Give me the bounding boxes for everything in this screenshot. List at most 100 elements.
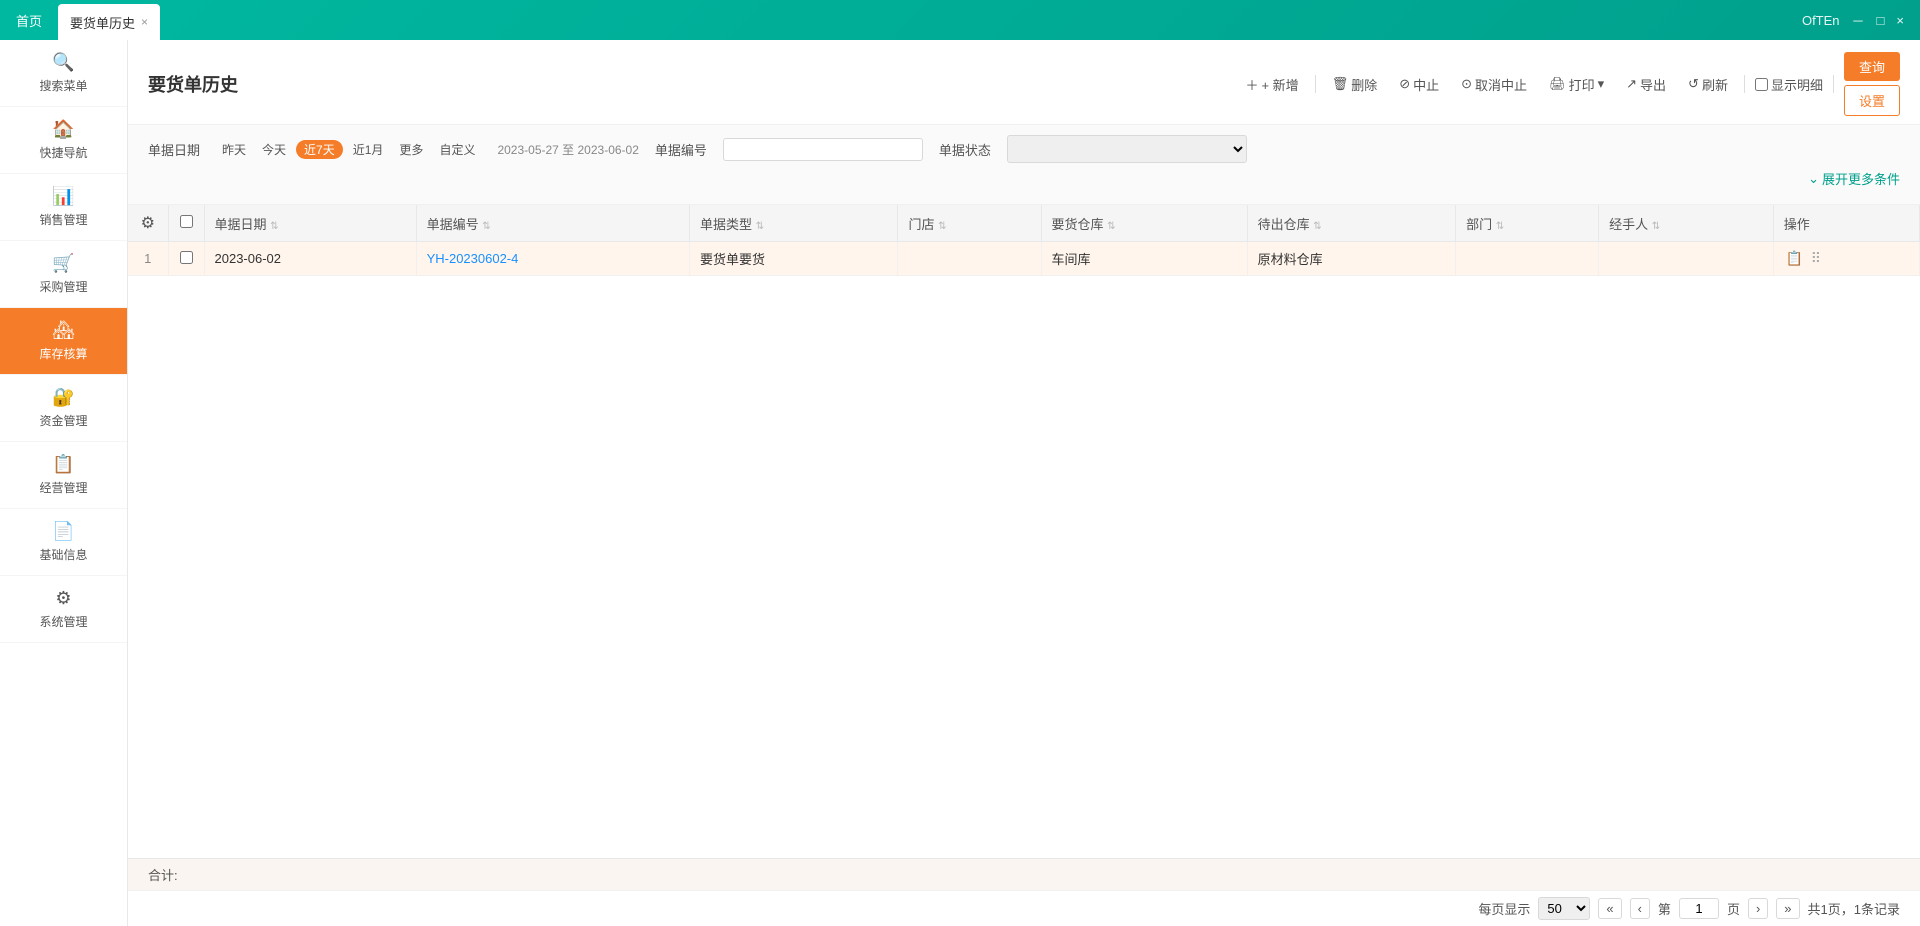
page-first-btn[interactable]: « bbox=[1598, 898, 1621, 919]
page-size-label: 每页显示 bbox=[1478, 899, 1530, 918]
cancel-stop-button[interactable]: ⊙ 取消中止 bbox=[1455, 72, 1533, 97]
row-checkbox[interactable] bbox=[180, 251, 193, 264]
row-pending-warehouse: 原材料仓库 bbox=[1247, 242, 1455, 276]
page-header: 要货单历史 ＋ + 新增 🗑 删除 ⊘ 中止 ⊙ 取消中止 bbox=[128, 40, 1920, 125]
col-store-sort-icon: ⇅ bbox=[938, 221, 946, 232]
page-next-btn[interactable]: › bbox=[1748, 898, 1768, 919]
select-all-checkbox[interactable] bbox=[180, 215, 193, 228]
divider-1 bbox=[1315, 75, 1316, 93]
display-cell-container: 显示明细 bbox=[1755, 75, 1823, 94]
row-req-warehouse: 车间库 bbox=[1041, 242, 1247, 276]
col-dept[interactable]: 部门 ⇅ bbox=[1456, 205, 1599, 242]
new-button[interactable]: ＋ + 新增 bbox=[1239, 72, 1304, 97]
sidebar-item-sales-mgmt[interactable]: 📊 销售管理 bbox=[0, 174, 127, 241]
row-number[interactable]: YH-20230602-4 bbox=[416, 242, 689, 276]
col-dept-sort-icon: ⇅ bbox=[1496, 221, 1504, 232]
col-date-sort-icon: ⇅ bbox=[270, 221, 278, 232]
new-icon: ＋ bbox=[1245, 75, 1258, 94]
refresh-button[interactable]: ↺ 刷新 bbox=[1682, 72, 1734, 97]
sidebar-item-basic-info-label: 基础信息 bbox=[39, 546, 87, 563]
page-prev-btn[interactable]: ‹ bbox=[1630, 898, 1650, 919]
date-btn-more[interactable]: 更多 bbox=[393, 140, 429, 159]
delete-button[interactable]: 🗑 删除 bbox=[1326, 72, 1384, 97]
col-settings[interactable]: ⚙ bbox=[128, 205, 168, 242]
sidebar-item-purchase-mgmt[interactable]: 🛒 采购管理 bbox=[0, 241, 127, 308]
date-filter-buttons: 昨天 今天 近7天 近1月 更多 自定义 bbox=[216, 140, 481, 159]
setting-button[interactable]: 设置 bbox=[1844, 85, 1900, 116]
row-handler bbox=[1599, 242, 1774, 276]
refresh-label: 刷新 bbox=[1702, 75, 1728, 94]
date-btn-today[interactable]: 今天 bbox=[256, 140, 292, 159]
sidebar-item-ops-mgmt[interactable]: 📋 经营管理 bbox=[0, 442, 127, 509]
quick-nav-icon: 🏠 bbox=[52, 119, 74, 140]
inventory-calc-icon: 🏘 bbox=[52, 320, 75, 341]
col-req-warehouse[interactable]: 要货仓库 ⇅ bbox=[1041, 205, 1247, 242]
sidebar-item-basic-info[interactable]: 📄 基础信息 bbox=[0, 509, 127, 576]
sys-mgmt-icon: ⚙ bbox=[55, 588, 71, 609]
row-checkbox-cell bbox=[168, 242, 204, 276]
delete-label: 删除 bbox=[1351, 75, 1377, 94]
col-handler[interactable]: 经手人 ⇅ bbox=[1599, 205, 1774, 242]
order-no-input[interactable] bbox=[723, 138, 923, 161]
col-date[interactable]: 单据日期 ⇅ bbox=[204, 205, 416, 242]
sidebar-item-search-menu-label: 搜索菜单 bbox=[39, 77, 87, 94]
delete-icon: 🗑 bbox=[1332, 76, 1349, 92]
sidebar-item-search-menu[interactable]: 🔍 搜索菜单 bbox=[0, 40, 127, 107]
sidebar-item-purchase-mgmt-label: 采购管理 bbox=[39, 278, 87, 295]
col-number[interactable]: 单据编号 ⇅ bbox=[416, 205, 689, 242]
page-suffix: 页 bbox=[1727, 899, 1740, 918]
tab-home[interactable]: 首页 bbox=[0, 0, 58, 40]
window-close[interactable]: × bbox=[1896, 13, 1904, 28]
col-operations-label: 操作 bbox=[1784, 217, 1810, 232]
finance-mgmt-icon: 🔐 bbox=[52, 387, 74, 408]
tab-close-icon[interactable]: × bbox=[141, 15, 148, 29]
table-header: ⚙ 单据日期 ⇅ 单据编号 ⇅ bbox=[128, 205, 1920, 242]
filter-bar: 单据日期 昨天 今天 近7天 近1月 更多 自定义 2023-05-27 至 2… bbox=[128, 125, 1920, 205]
tab-active-label: 要货单历史 bbox=[70, 13, 135, 32]
status-select[interactable] bbox=[1007, 135, 1247, 163]
sidebar-item-quick-nav[interactable]: 🏠 快捷导航 bbox=[0, 107, 127, 174]
sidebar-item-quick-nav-label: 快捷导航 bbox=[39, 144, 87, 161]
row-date: 2023-06-02 bbox=[204, 242, 416, 276]
date-btn-custom[interactable]: 自定义 bbox=[433, 140, 481, 159]
query-button[interactable]: 查询 bbox=[1844, 52, 1900, 81]
col-number-label: 单据编号 bbox=[427, 217, 479, 232]
expand-more-btn[interactable]: ⌄ 展开更多条件 bbox=[1808, 169, 1900, 188]
display-cell-checkbox[interactable] bbox=[1755, 78, 1768, 91]
window-maximize[interactable]: □ bbox=[1877, 13, 1885, 28]
filter-row-2: ⌄ 展开更多条件 bbox=[148, 169, 1900, 188]
col-number-sort-icon: ⇅ bbox=[482, 221, 490, 232]
col-store[interactable]: 门店 ⇅ bbox=[898, 205, 1041, 242]
basic-info-icon: 📄 bbox=[52, 521, 74, 542]
col-type[interactable]: 单据类型 ⇅ bbox=[689, 205, 897, 242]
print-icon: 🖨 bbox=[1549, 76, 1566, 92]
cancel-stop-icon: ⊙ bbox=[1461, 76, 1472, 92]
page-size-select[interactable]: 50 100 bbox=[1538, 897, 1590, 920]
current-page-input[interactable] bbox=[1679, 898, 1719, 919]
row-op-more-icon[interactable]: ⠿ bbox=[1811, 250, 1821, 266]
col-pending-warehouse[interactable]: 待出仓库 ⇅ bbox=[1247, 205, 1455, 242]
order-no-label: 单据编号 bbox=[655, 140, 707, 159]
sidebar-item-inventory-calc[interactable]: 🏘 库存核算 bbox=[0, 308, 127, 375]
sidebar-item-sys-mgmt[interactable]: ⚙ 系统管理 bbox=[0, 576, 127, 643]
table-row: 1 2023-06-02 YH-20230602-4 要货单要货 车间库 原材料… bbox=[128, 242, 1920, 276]
page-last-btn[interactable]: » bbox=[1776, 898, 1799, 919]
export-button[interactable]: ↗ 导出 bbox=[1620, 72, 1672, 97]
row-type: 要货单要货 bbox=[689, 242, 897, 276]
date-btn-7days[interactable]: 近7天 bbox=[296, 140, 343, 159]
filter-row-1: 单据日期 昨天 今天 近7天 近1月 更多 自定义 2023-05-27 至 2… bbox=[148, 135, 1900, 163]
total-label: 合计: bbox=[148, 865, 178, 884]
date-btn-yesterday[interactable]: 昨天 bbox=[216, 140, 252, 159]
stop-button[interactable]: ⊘ 中止 bbox=[1393, 72, 1445, 97]
sidebar-item-ops-mgmt-label: 经营管理 bbox=[39, 479, 87, 496]
tab-active[interactable]: 要货单历史 × bbox=[58, 4, 160, 40]
row-number-link[interactable]: YH-20230602-4 bbox=[427, 251, 519, 266]
sidebar-item-finance-mgmt[interactable]: 🔐 资金管理 bbox=[0, 375, 127, 442]
stop-icon: ⊘ bbox=[1399, 76, 1410, 92]
row-op-view-icon[interactable]: 📋 bbox=[1786, 250, 1803, 266]
window-minimize[interactable]: － bbox=[1852, 11, 1865, 30]
date-btn-1month[interactable]: 近1月 bbox=[347, 140, 390, 159]
toolbar: ＋ + 新增 🗑 删除 ⊘ 中止 ⊙ 取消中止 🖨 打 bbox=[1239, 52, 1900, 116]
print-button[interactable]: 🖨 打印 ▾ bbox=[1543, 72, 1610, 97]
col-pending-warehouse-sort-icon: ⇅ bbox=[1313, 221, 1321, 232]
